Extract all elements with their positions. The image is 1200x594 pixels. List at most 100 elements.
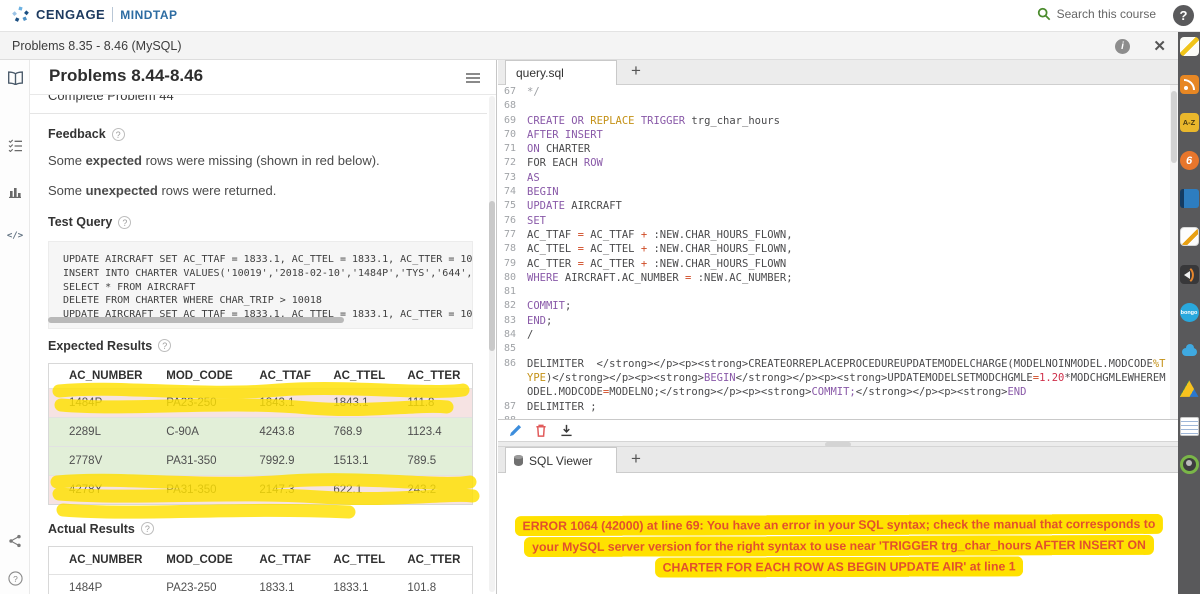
line-number: 68 [503,100,516,112]
code-text: ON CHARTER [527,143,591,156]
activity-bar: Problems 8.35 - 8.46 (MySQL) [0,32,1200,60]
code-panel-icon[interactable]: </> [0,223,30,249]
code-line: 87 DELIMITER ; [498,400,1170,414]
code-text: FOR EACH ROW [527,157,603,170]
line-number: 82 [503,300,516,312]
actual-results-table: AC_NUMBER MOD_CODE AC_TTAF AC_TTEL AC_TTER 14… [48,545,473,594]
checklist-icon[interactable] [0,132,30,158]
flashcards-icon[interactable] [1179,227,1199,246]
rail-help-icon[interactable]: ? [0,565,30,591]
expected-results-label: Expected Results [48,338,153,353]
test-query-line: UPDATE AIRCRAFT SET AC_TTAF = 1833.1, AC… [63,254,473,265]
code-line: 72 FOR EACH ROW [498,156,1170,170]
cengage-swirl-icon [12,6,29,22]
editor-scrollbar [1170,85,1178,419]
panel-scroll-thumb[interactable] [489,201,495,351]
activity-title: Problems 8.35 - 8.46 (MySQL) [12,39,182,53]
code-text: DELIMITER </strong></p><p><strong>CREATE… [527,357,1166,399]
code-line: 67 */ [498,85,1170,99]
table-cell: 1123.4 [407,425,442,438]
panel-menu-icon[interactable] [466,73,480,83]
bar-chart-icon[interactable] [0,178,30,204]
column-header: AC_TTER [407,554,461,567]
code-text: AFTER INSERT [527,128,603,141]
line-number: 84 [503,329,516,341]
column-header: MOD_CODE [166,369,233,382]
expected-results-help-icon[interactable] [158,339,172,353]
delete-trash-icon[interactable] [535,424,547,437]
code-text: COMMIT; [527,300,572,313]
line-number: 69 [503,114,516,126]
column-header: AC_TTER [407,369,461,382]
close-icon[interactable] [1153,37,1166,55]
code-text: AC_TTAF = AC_TTAF + :NEW.CHAR_HOURS_FLOW… [527,228,793,241]
notepad-icon[interactable] [1179,417,1199,436]
add-viewer-tab-button[interactable]: + [631,449,641,469]
column-header: AC_TTAF [259,554,311,567]
code-line: 80 WHERE AIRCRAFT.AC_NUMBER = :NEW.AC_NUM… [498,271,1170,285]
test-query-line: DELETE FROM CHARTER WHERE CHAR_TRIP > 10… [63,295,322,307]
database-icon [514,455,523,466]
code-line: 68 [498,99,1170,113]
table-cell: 243.2 [407,483,437,496]
ebook-icon[interactable] [1179,189,1199,208]
editor-code[interactable]: 67 */ 68 69 CREATE OR REPLACE TRIGGER trg_c… [498,85,1170,419]
problem-panel-header: Problems 8.44-8.46 [30,60,496,95]
column-header: AC_NUMBER [69,369,143,382]
studyhub-icon[interactable]: 6 [1179,151,1199,170]
code-text: WHERE AIRCRAFT.AC_NUMBER = :NEW.AC_NUMBE… [527,271,793,284]
notes-pencil-icon[interactable] [1179,37,1199,56]
code-line: 74 BEGIN [498,185,1170,199]
bongo-icon[interactable]: bongo [1179,303,1199,322]
actual-results-label: Actual Results [48,521,135,536]
line-number: 87 [503,400,516,412]
line-number: 81 [503,286,516,298]
column-header: AC_TTAF [259,369,311,382]
problem-panel-body: Complete Problem 44 Feedback Some expect… [30,95,487,594]
code-text: / [527,329,534,342]
top-bar: CENGAGE MINDTAP Search this course [0,0,1200,32]
expected-results-table: AC_NUMBER MOD_CODE AC_TTAF AC_TTEL AC_TTER 14… [48,362,480,519]
code-line: 75 UPDATE AIRCRAFT [498,199,1170,213]
table-cell: 1513.1 [333,454,369,467]
product-name: MINDTAP [120,7,178,22]
feedback-help-icon[interactable] [111,127,125,141]
profile-icon[interactable] [1179,455,1199,474]
actual-results-help-icon[interactable] [140,522,154,536]
tab-sql-viewer[interactable]: SQL Viewer [505,447,617,473]
column-header: MOD_CODE [166,554,233,567]
test-query-help-icon[interactable] [118,215,132,229]
code-line: 73 AS [498,171,1170,185]
problem-instruction: Complete Problem 44 [48,95,174,103]
edit-pencil-icon[interactable] [509,424,522,437]
code-line: 76 SET [498,214,1170,228]
rss-feed-icon[interactable] [1179,75,1199,94]
code-line: 81 [498,285,1170,299]
line-number: 71 [503,143,516,155]
editor-scroll-thumb[interactable] [1171,91,1177,163]
table-cell: 4278Y [69,483,103,496]
reader-book-icon[interactable] [0,65,30,91]
info-icon[interactable] [1115,39,1130,54]
search-course-button[interactable]: Search this course [1037,7,1156,21]
google-drive-icon[interactable] [1179,380,1199,397]
code-glyph: </> [6,231,24,241]
table-cell: 111.8 [407,396,435,409]
dictionary-az-icon[interactable]: A-Z [1179,113,1199,132]
tab-query-sql[interactable]: query.sql [505,60,617,85]
test-query-line: INSERT INTO CHARTER VALUES('10019','2018… [63,267,473,279]
readspeaker-icon[interactable] [1179,265,1199,284]
code-text: AS [527,171,540,184]
cloud-icon[interactable] [1180,341,1199,360]
download-icon[interactable] [560,424,573,437]
table-cell: 1843.1 [259,396,295,409]
share-icon[interactable] [0,528,30,554]
left-rail: </> ? [0,60,30,594]
app-dock: A-Z 6 bongo [1178,32,1200,594]
help-icon[interactable] [1173,5,1194,26]
test-query-scroll-thumb[interactable] [48,316,344,323]
column-header: AC_TTEL [333,369,386,382]
add-tab-button[interactable]: + [631,61,641,81]
table-cell: PA31-350 [166,454,217,467]
test-query-label: Test Query [48,215,113,229]
